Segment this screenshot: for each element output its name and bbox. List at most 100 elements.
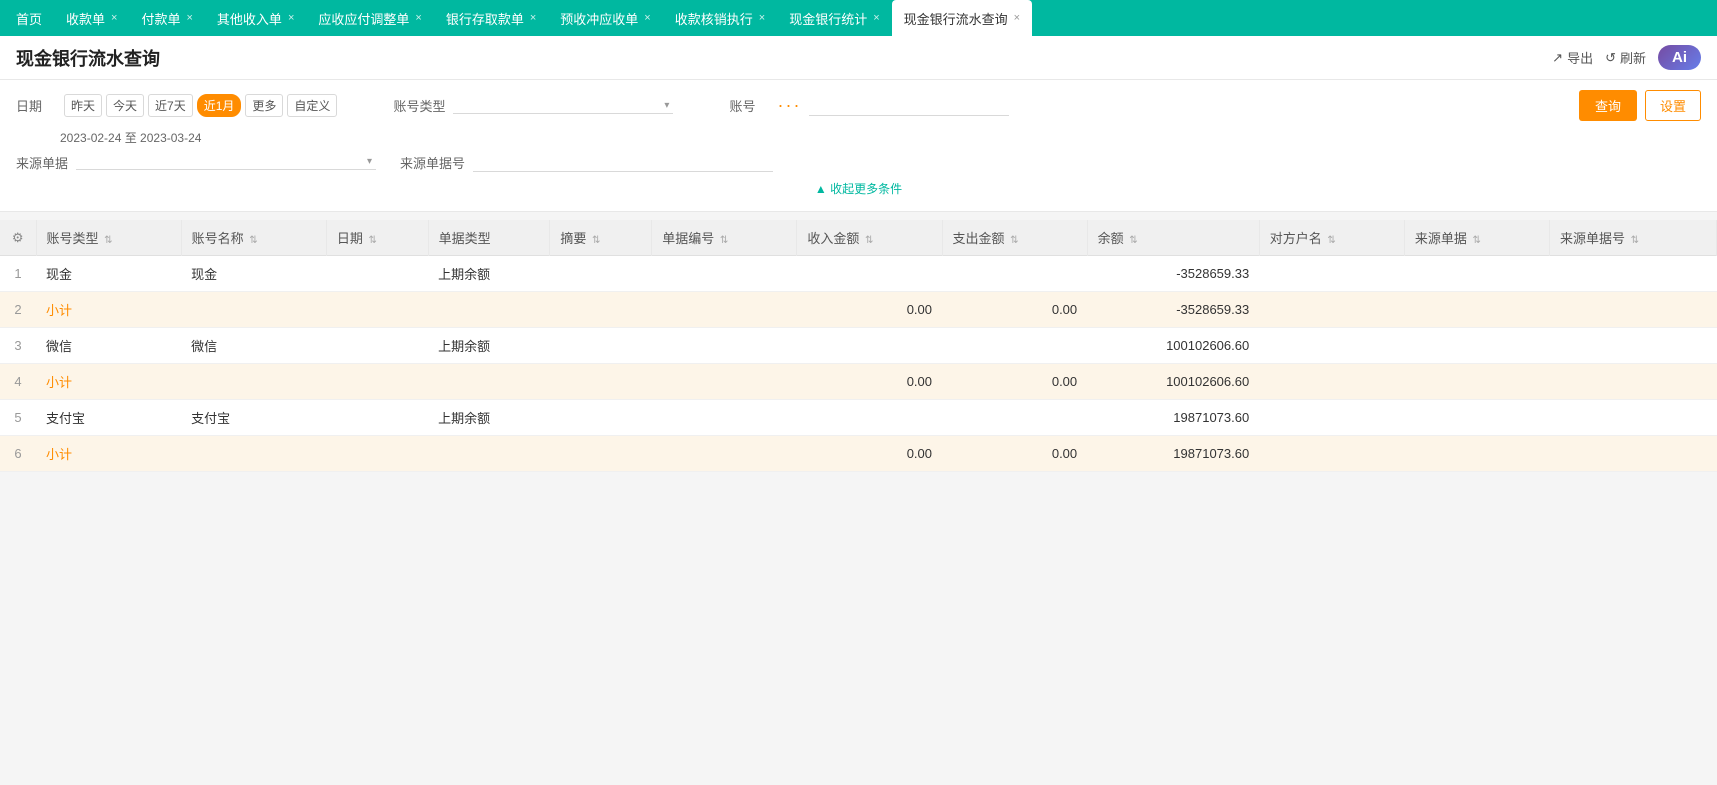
- cell-source-doc: [1404, 328, 1549, 364]
- nav-receipt[interactable]: 收款单 ×: [54, 0, 129, 36]
- settings-button[interactable]: 设置: [1645, 90, 1701, 121]
- account-type-select[interactable]: ▾: [453, 98, 673, 114]
- cell-source-doc-no: [1550, 400, 1717, 436]
- cell-counterpart: [1259, 364, 1404, 400]
- nav-cash-bank-flow[interactable]: 现金银行流水查询 ×: [892, 0, 1032, 36]
- cell-account-name: 微信: [181, 328, 326, 364]
- date-btn-today[interactable]: 今天: [106, 94, 144, 117]
- cell-source-doc-no: [1550, 436, 1717, 472]
- th-income[interactable]: 收入金额 ⇅: [797, 220, 942, 256]
- cell-source-doc: [1404, 364, 1549, 400]
- th-settings[interactable]: ⚙: [0, 220, 36, 256]
- header-actions: ↗ 导出 ↺ 刷新 Ai: [1552, 45, 1701, 70]
- account-dots-icon[interactable]: ···: [777, 95, 801, 116]
- sort-account-name-icon: ⇅: [249, 235, 257, 246]
- close-receipt-icon[interactable]: ×: [111, 12, 117, 24]
- cell-account-name: 支付宝: [181, 400, 326, 436]
- cell-income: [797, 256, 942, 292]
- export-button[interactable]: ↗ 导出: [1552, 48, 1593, 67]
- table-header-row: ⚙ 账号类型 ⇅ 账号名称 ⇅ 日期 ⇅ 单据类型 摘要: [0, 220, 1717, 256]
- cell-income: 0.00: [797, 292, 942, 328]
- ai-button[interactable]: Ai: [1658, 45, 1701, 70]
- close-prepay-offset-icon[interactable]: ×: [644, 12, 650, 24]
- sort-income-icon: ⇅: [865, 235, 873, 246]
- cell-expense: 0.00: [942, 436, 1087, 472]
- account-label: 账号: [729, 96, 769, 115]
- close-cash-bank-stat-icon[interactable]: ×: [873, 12, 879, 24]
- date-range-display: 2023-02-24 至 2023-03-24: [56, 129, 1701, 146]
- cell-balance: -3528659.33: [1087, 256, 1259, 292]
- sort-balance-icon: ⇅: [1129, 235, 1137, 246]
- date-label: 日期: [16, 96, 56, 115]
- cell-date: [326, 328, 428, 364]
- cell-doc-type: 上期余额: [428, 400, 550, 436]
- th-counterpart[interactable]: 对方户名 ⇅: [1259, 220, 1404, 256]
- source-doc-select[interactable]: ▾: [76, 154, 376, 170]
- action-buttons: 查询 设置: [1579, 90, 1701, 121]
- cell-account-type: 支付宝: [36, 400, 181, 436]
- table-row: 6 小计 0.00 0.00 19871073.60: [0, 436, 1717, 472]
- nav-home[interactable]: 首页: [4, 0, 54, 36]
- collapse-bar[interactable]: ▲ 收起更多条件: [16, 176, 1701, 201]
- th-balance[interactable]: 余额 ⇅: [1087, 220, 1259, 256]
- nav-payment[interactable]: 付款单 ×: [129, 0, 204, 36]
- th-date[interactable]: 日期 ⇅: [326, 220, 428, 256]
- cell-summary: [550, 400, 652, 436]
- close-payment-icon[interactable]: ×: [186, 12, 192, 24]
- date-buttons: 昨天 今天 近7天 近1月 更多 自定义: [64, 94, 337, 117]
- cell-date: [326, 292, 428, 328]
- th-expense[interactable]: 支出金额 ⇅: [942, 220, 1087, 256]
- nav-other-income[interactable]: 其他收入单 ×: [205, 0, 306, 36]
- source-doc-filter-group: 来源单据 ▾: [16, 153, 376, 172]
- cell-account-type: 小计: [36, 436, 181, 472]
- th-doc-no[interactable]: 单据编号 ⇅: [652, 220, 797, 256]
- sort-date-icon: ⇅: [368, 235, 376, 246]
- cell-doc-no: [652, 400, 797, 436]
- nav-prepay-offset[interactable]: 预收冲应收单 ×: [548, 0, 662, 36]
- th-account-name[interactable]: 账号名称 ⇅: [181, 220, 326, 256]
- close-other-income-icon[interactable]: ×: [288, 12, 294, 24]
- date-btn-7days[interactable]: 近7天: [148, 94, 193, 117]
- cell-date: [326, 400, 428, 436]
- th-summary[interactable]: 摘要 ⇅: [550, 220, 652, 256]
- filter-row-1: 日期 昨天 今天 近7天 近1月 更多 自定义 账号类型 ▾ 账号 ···: [16, 90, 1701, 121]
- th-source-doc-no[interactable]: 来源单据号 ⇅: [1550, 220, 1717, 256]
- account-input[interactable]: [809, 96, 1009, 116]
- cell-doc-type: [428, 292, 550, 328]
- cell-counterpart: [1259, 400, 1404, 436]
- table-container: ⚙ 账号类型 ⇅ 账号名称 ⇅ 日期 ⇅ 单据类型 摘要: [0, 220, 1717, 472]
- sort-counterpart-icon: ⇅: [1327, 235, 1335, 246]
- close-bank-deposit-icon[interactable]: ×: [530, 12, 536, 24]
- th-account-type[interactable]: 账号类型 ⇅: [36, 220, 181, 256]
- nav-collection-exec[interactable]: 收款核销执行 ×: [663, 0, 777, 36]
- close-ar-ap-adjust-icon[interactable]: ×: [415, 12, 421, 24]
- cell-date: [326, 364, 428, 400]
- nav-bank-deposit[interactable]: 银行存取款单 ×: [434, 0, 548, 36]
- th-doc-type[interactable]: 单据类型: [428, 220, 550, 256]
- query-button[interactable]: 查询: [1579, 90, 1637, 121]
- nav-ar-ap-adjust[interactable]: 应收应付调整单 ×: [306, 0, 433, 36]
- close-cash-bank-flow-icon[interactable]: ×: [1014, 12, 1020, 24]
- refresh-button[interactable]: ↺ 刷新: [1605, 48, 1646, 67]
- nav-cash-bank-stat[interactable]: 现金银行统计 ×: [777, 0, 891, 36]
- cell-row-num: 5: [0, 400, 36, 436]
- th-source-doc[interactable]: 来源单据 ⇅: [1404, 220, 1549, 256]
- account-type-filter-group: 账号类型 ▾: [393, 96, 673, 115]
- date-btn-1month[interactable]: 近1月: [197, 94, 242, 117]
- date-btn-yesterday[interactable]: 昨天: [64, 94, 102, 117]
- cell-doc-no: [652, 436, 797, 472]
- date-btn-custom[interactable]: 自定义: [287, 94, 337, 117]
- close-collection-exec-icon[interactable]: ×: [759, 12, 765, 24]
- source-doc-label: 来源单据: [16, 153, 68, 172]
- cell-summary: [550, 292, 652, 328]
- date-btn-more[interactable]: 更多: [245, 94, 283, 117]
- source-doc-no-label: 来源单据号: [400, 153, 465, 172]
- source-doc-no-input[interactable]: [473, 152, 773, 172]
- cell-income: 0.00: [797, 436, 942, 472]
- cell-account-type: 小计: [36, 364, 181, 400]
- cell-source-doc: [1404, 436, 1549, 472]
- cell-doc-no: [652, 364, 797, 400]
- cell-income: [797, 400, 942, 436]
- cell-balance: 19871073.60: [1087, 436, 1259, 472]
- cell-row-num: 6: [0, 436, 36, 472]
